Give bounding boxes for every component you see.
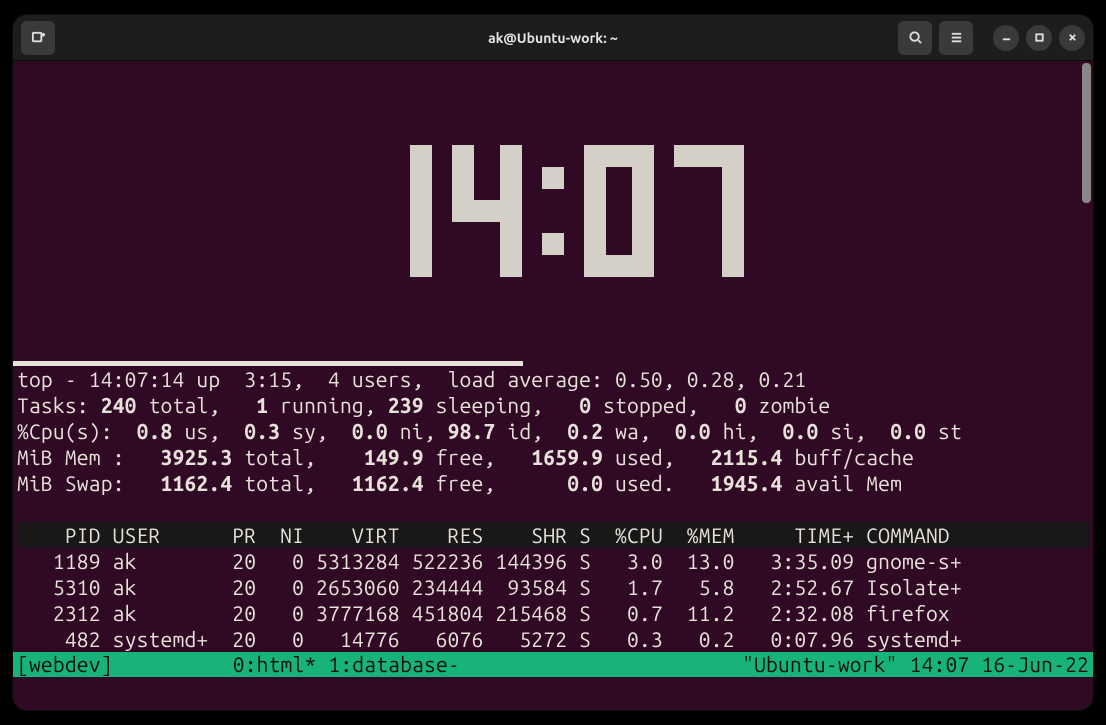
process-row: 5310 ak 20 0 2653060 234444 93584 S 1.7 … xyxy=(17,574,1089,600)
tmux-datetime: 14:07 16-Jun-22 xyxy=(910,652,1089,676)
clock-digit xyxy=(584,145,654,277)
top-line-tasks: Tasks: 240 total, 1 running, 239 sleepin… xyxy=(17,392,1089,418)
new-tab-button[interactable] xyxy=(21,21,55,55)
titlebar: ak@Ubuntu-work: ~ xyxy=(13,15,1093,61)
clock-digit xyxy=(452,145,522,277)
terminal-window: ak@Ubuntu-work: ~ top - 14: xyxy=(13,15,1093,710)
scrollbar[interactable] xyxy=(1082,63,1091,203)
maximize-button[interactable] xyxy=(1026,25,1052,51)
search-button[interactable] xyxy=(898,21,932,55)
process-header: PID USER PR NI VIRT RES SHR S %CPU %MEM … xyxy=(17,522,1089,548)
clock-pane xyxy=(13,61,1093,361)
top-line-swap: MiB Swap: 1162.4 total, 1162.4 free, 0.0… xyxy=(17,470,1089,496)
clock-digit xyxy=(362,145,432,277)
process-row: 2312 ak 20 0 3777168 451804 215468 S 0.7… xyxy=(17,600,1089,626)
tmux-host: "Ubuntu-work" xyxy=(742,652,897,676)
top-pane: top - 14:07:14 up 3:15, 4 users, load av… xyxy=(13,366,1093,652)
minimize-button[interactable] xyxy=(993,25,1019,51)
tmux-windows: 0:html* 1:database- xyxy=(233,652,460,677)
menu-button[interactable] xyxy=(939,21,973,55)
clock-colon xyxy=(542,167,564,255)
clock-display xyxy=(362,145,744,277)
terminal-body[interactable]: top - 14:07:14 up 3:15, 4 users, load av… xyxy=(13,61,1093,710)
tmux-status-bar: [webdev] 0:html* 1:database- "Ubuntu-work"… xyxy=(13,652,1093,677)
top-line-1: top - 14:07:14 up 3:15, 4 users, load av… xyxy=(17,366,1089,392)
clock-digit xyxy=(674,145,744,277)
top-line-mem: MiB Mem : 3925.3 total, 149.9 free, 1659… xyxy=(17,444,1089,470)
blank-line xyxy=(17,496,1089,522)
process-row: 1189 ak 20 0 5313284 522236 144396 S 3.0… xyxy=(17,548,1089,574)
close-button[interactable] xyxy=(1059,25,1085,51)
tmux-session: [webdev] xyxy=(17,652,113,677)
process-row: 482 systemd+ 20 0 14776 6076 5272 S 0.3 … xyxy=(17,626,1089,652)
top-line-cpu: %Cpu(s): 0.8 us, 0.3 sy, 0.0 ni, 98.7 id… xyxy=(17,418,1089,444)
